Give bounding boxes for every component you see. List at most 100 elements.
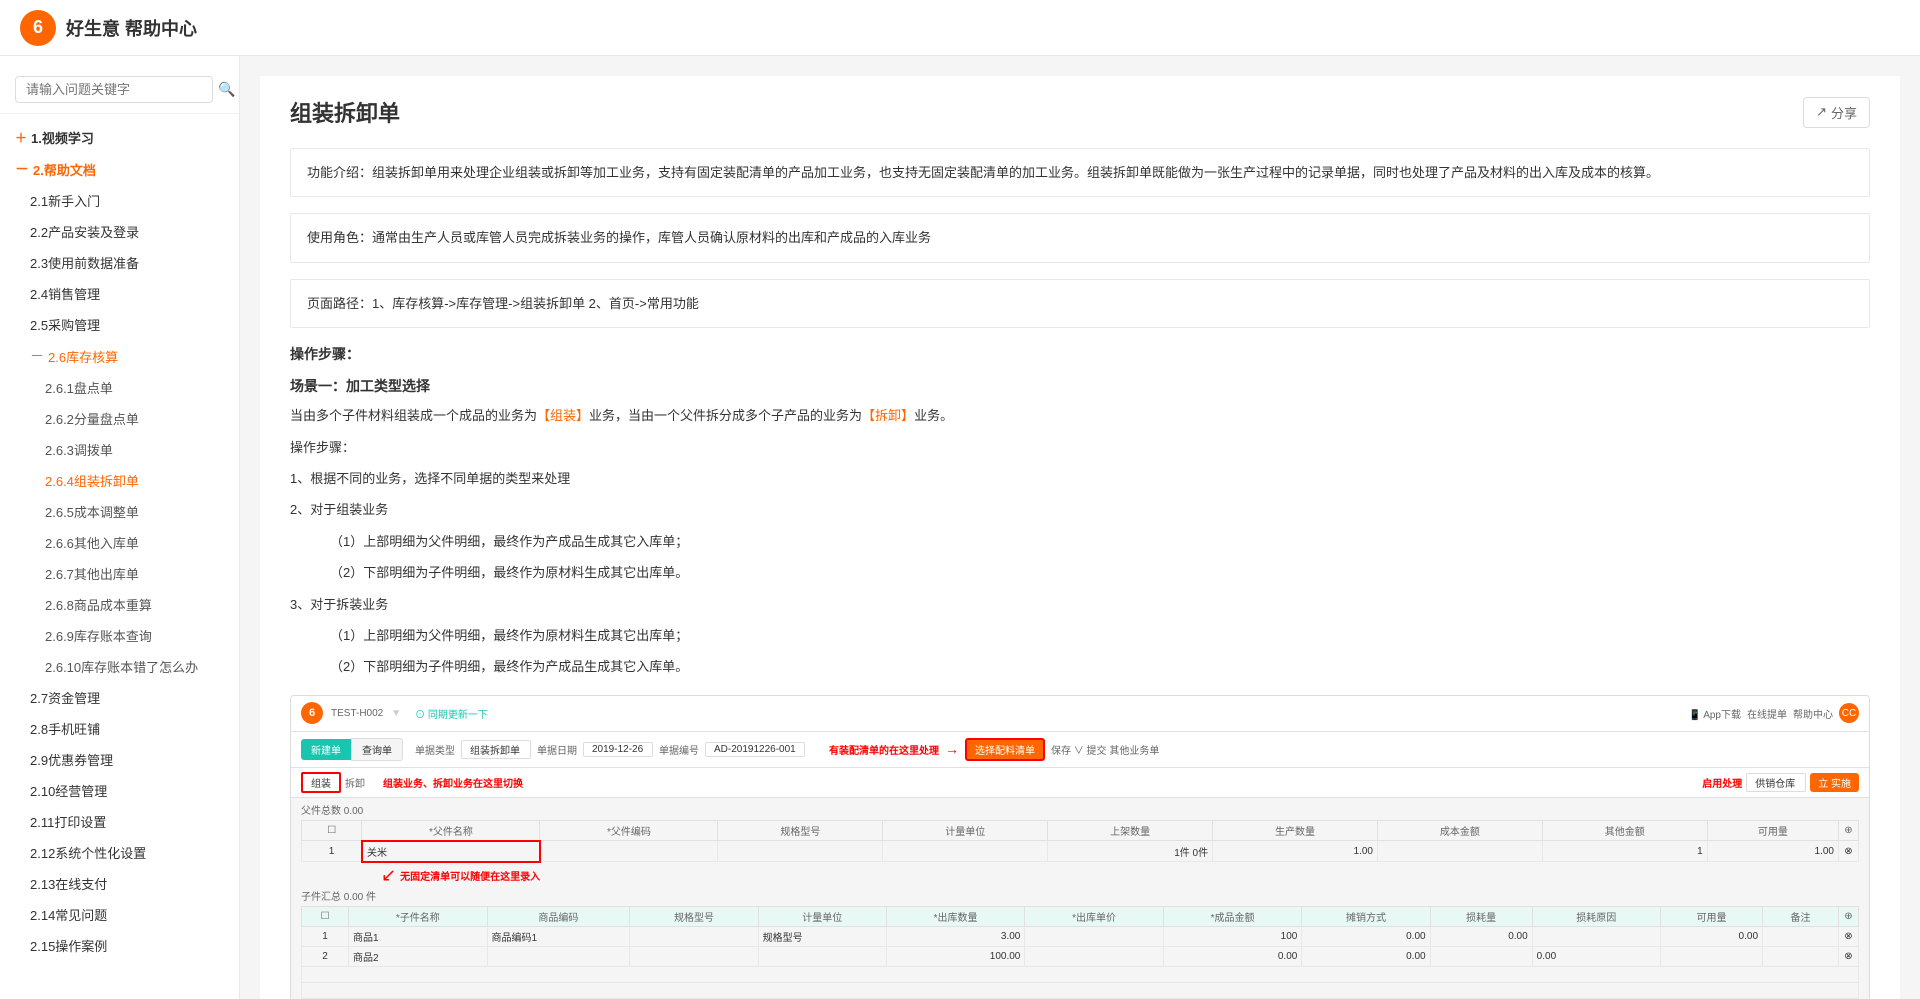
sim-btd-outprice-2 [1025,946,1163,966]
sidebar-item-label-2-12: 2.12系统个性化设置 [30,843,146,862]
sidebar-item-2[interactable]: － 2.帮助文档 [0,153,239,185]
sidebar-item-2-6-8[interactable]: 2.6.8商品成本重算 [0,589,239,620]
sim-docno-value[interactable]: AD-20191226-001 [705,742,805,757]
sim-docno-label: 单据编号 [659,742,699,757]
search-button[interactable]: 🔍 [218,81,235,98]
sim-doc-type-label: 单据类型 [415,742,455,757]
sim-annotation1-btn[interactable]: 选择配料清单 [965,738,1045,761]
sim-btd-prodamt-1: 100 [1163,926,1301,946]
sidebar-item-2-6-4[interactable]: 2.6.4组装拆卸单 [0,465,239,496]
sim-btd-code-2[interactable] [487,946,630,966]
sim-bth-remark: 备注 [1763,906,1839,926]
sidebar-item-2-12[interactable]: 2.12系统个性化设置 [0,837,239,868]
sim-bth-spec: 规格型号 [630,906,758,926]
sim-tab-new[interactable]: 新建单 [301,739,351,760]
sidebar-item-2-2[interactable]: 2.2产品安装及登录 [0,216,239,247]
sidebar-item-2-9[interactable]: 2.9优惠券管理 [0,744,239,775]
sidebar-item-label-2-6-4: 2.6.4组装拆卸单 [45,471,139,490]
sidebar-item-2-7[interactable]: 2.7资金管理 [0,682,239,713]
sim-td-action-1[interactable]: ⊗ [1839,841,1859,862]
sim-warehouse-selector[interactable]: 供销仓库 [1746,773,1806,792]
sim-btd-outqty-2[interactable]: 100.00 [886,946,1024,966]
sim-annotation4-text: 无固定清单可以随便在这里录入 [400,868,540,883]
sim-confirm-btn[interactable]: 立 实施 [1810,773,1859,792]
sidebar-item-2-6-6[interactable]: 2.6.6其他入库单 [0,527,239,558]
sim-bottom-table: ☐ *子件名称 商品编码 规格型号 计量单位 *出库数量 *出库单价 *成品金额… [301,906,1859,999]
step2-2-text: （2）下部明细为子件明细，最终作为原材料生成其它出库单。 [290,561,1870,584]
sim-btd-code-1[interactable]: 商品编码1 [487,926,630,946]
sim-btd-outprice-1[interactable] [1025,926,1163,946]
sim-bth-code: 商品编码 [487,906,630,926]
sidebar-item-1[interactable]: ＋ 1.视频学习 [0,122,239,153]
sim-annotation3-text: 启用处理 [1702,775,1742,790]
intro-text: 功能介绍：组装拆卸单用来处理企业组装或拆卸等加工业务，支持有固定装配清单的产品加… [307,165,1659,180]
sim-btd-outqty-1[interactable]: 3.00 [886,926,1024,946]
sidebar-item-label-2-6-6: 2.6.6其他入库单 [45,533,139,552]
share-icon: ↗ [1816,104,1827,120]
sim-empty-row-4 [302,982,1859,998]
sim-bottom-table-area: 子件汇总 0.00 件 ☐ *子件名称 商品编码 规格型号 计量单位 [291,888,1869,999]
sim-th-unit: 计量单位 [883,820,1048,841]
sidebar-item-2-14[interactable]: 2.14常见问题 [0,899,239,930]
sim-tab-query[interactable]: 查询单 [351,738,403,761]
sim-bth-out-price: *出库单价 [1025,906,1163,926]
share-button[interactable]: ↗ 分享 [1803,97,1870,128]
steps-title: 操作步骤： [290,344,1870,364]
sim-date-value[interactable]: 2019-12-26 [583,742,653,757]
sidebar-item-2-3[interactable]: 2.3使用前数据准备 [0,247,239,278]
sidebar-item-2-5[interactable]: 2.5采购管理 [0,309,239,340]
sim-btd-lossreason-2: 0.00 [1532,946,1660,966]
sim-btd-alloc-2: 0.00 [1302,946,1430,966]
sim-type-selector: 组装 拆卸 [301,772,365,793]
sim-btd-prodamt-2: 0.00 [1163,946,1301,966]
sim-bth-prod-amt: *成品金额 [1163,906,1301,926]
sim-btd-lossreason-1 [1532,926,1660,946]
sidebar-item-2-15[interactable]: 2.15操作案例 [0,930,239,961]
sim-td-prod-qty-1[interactable]: 1.00 [1213,841,1378,862]
sim-btd-check-1: 1 [302,926,349,946]
sidebar-item-label-2-10: 2.10经营管理 [30,781,107,800]
sidebar-item-label-2-15: 2.15操作案例 [30,936,107,955]
sidebar-item-label-2-6-10: 2.6.10库存账本错了怎么办 [45,657,198,676]
sim-td-parent-code-1[interactable] [540,841,718,862]
sidebar-item-label-2-13: 2.13在线支付 [30,874,107,893]
sim-btd-name-1[interactable]: 商品1 [349,926,487,946]
sim-btd-spec-1 [630,926,758,946]
sim-bth-out-qty: *出库数量 [886,906,1024,926]
collapse-icon-2: － [15,159,29,179]
sim-fields-row: 单据类型 组装拆卸单 单据日期 2019-12-26 单据编号 AD-20191… [415,740,805,759]
sim-td-unit-1 [883,841,1048,862]
sim-bth-alloc: 摊销方式 [1302,906,1430,926]
step1-text: 1、根据不同的业务，选择不同单据的类型来处理 [290,467,1870,490]
sim-online-submit: 在线提单 [1747,706,1787,721]
sim-btd-name-2[interactable]: 商品2 [349,946,487,966]
sim-th-shelf-qty: 上架数量 [1048,820,1213,841]
search-input[interactable] [15,76,213,103]
sim-th-other-amt: 其他金额 [1542,820,1707,841]
sidebar-item-2-1[interactable]: 2.1新手入门 [0,185,239,216]
sidebar-item-2-6-9[interactable]: 2.6.9库存账本查询 [0,620,239,651]
sim-th-action: ⊕ [1839,820,1859,841]
sidebar-item-2-10[interactable]: 2.10经营管理 [0,775,239,806]
sim-btd-op-2[interactable]: ⊗ [1839,946,1859,966]
sidebar-item-2-6-1[interactable]: 2.6.1盘点单 [0,372,239,403]
sim-doc-type-value[interactable]: 组装拆卸单 [461,740,531,759]
sim-td-shelf-qty-1[interactable]: 1件 0件 [1048,841,1213,862]
sim-brow-4 [302,982,1859,998]
sidebar-item-2-6-10[interactable]: 2.6.10库存账本错了怎么办 [0,651,239,682]
sim-btd-op-1[interactable]: ⊗ [1839,926,1859,946]
sidebar-item-2-11[interactable]: 2.11打印设置 [0,806,239,837]
sidebar-item-2-6-2[interactable]: 2.6.2分量盘点单 [0,403,239,434]
sidebar-item-2-4[interactable]: 2.4销售管理 [0,278,239,309]
sidebar-item-2-6-3[interactable]: 2.6.3调拨单 [0,434,239,465]
sim-bth-op: ⊕ [1839,906,1859,926]
sim-process-type[interactable]: 组装 [301,772,341,793]
sidebar-item-2-8[interactable]: 2.8手机旺铺 [0,713,239,744]
sidebar-item-2-6[interactable]: － 2.6库存核算 [0,340,239,372]
sim-help-center: 帮助中心 [1793,706,1833,721]
sidebar-item-2-6-7[interactable]: 2.6.7其他出库单 [0,558,239,589]
collapse-icon-2-6: － [30,346,44,366]
sim-td-parent-name-1[interactable]: 关米 [362,841,540,862]
sidebar-item-2-6-5[interactable]: 2.6.5成本调整单 [0,496,239,527]
sidebar-item-2-13[interactable]: 2.13在线支付 [0,868,239,899]
